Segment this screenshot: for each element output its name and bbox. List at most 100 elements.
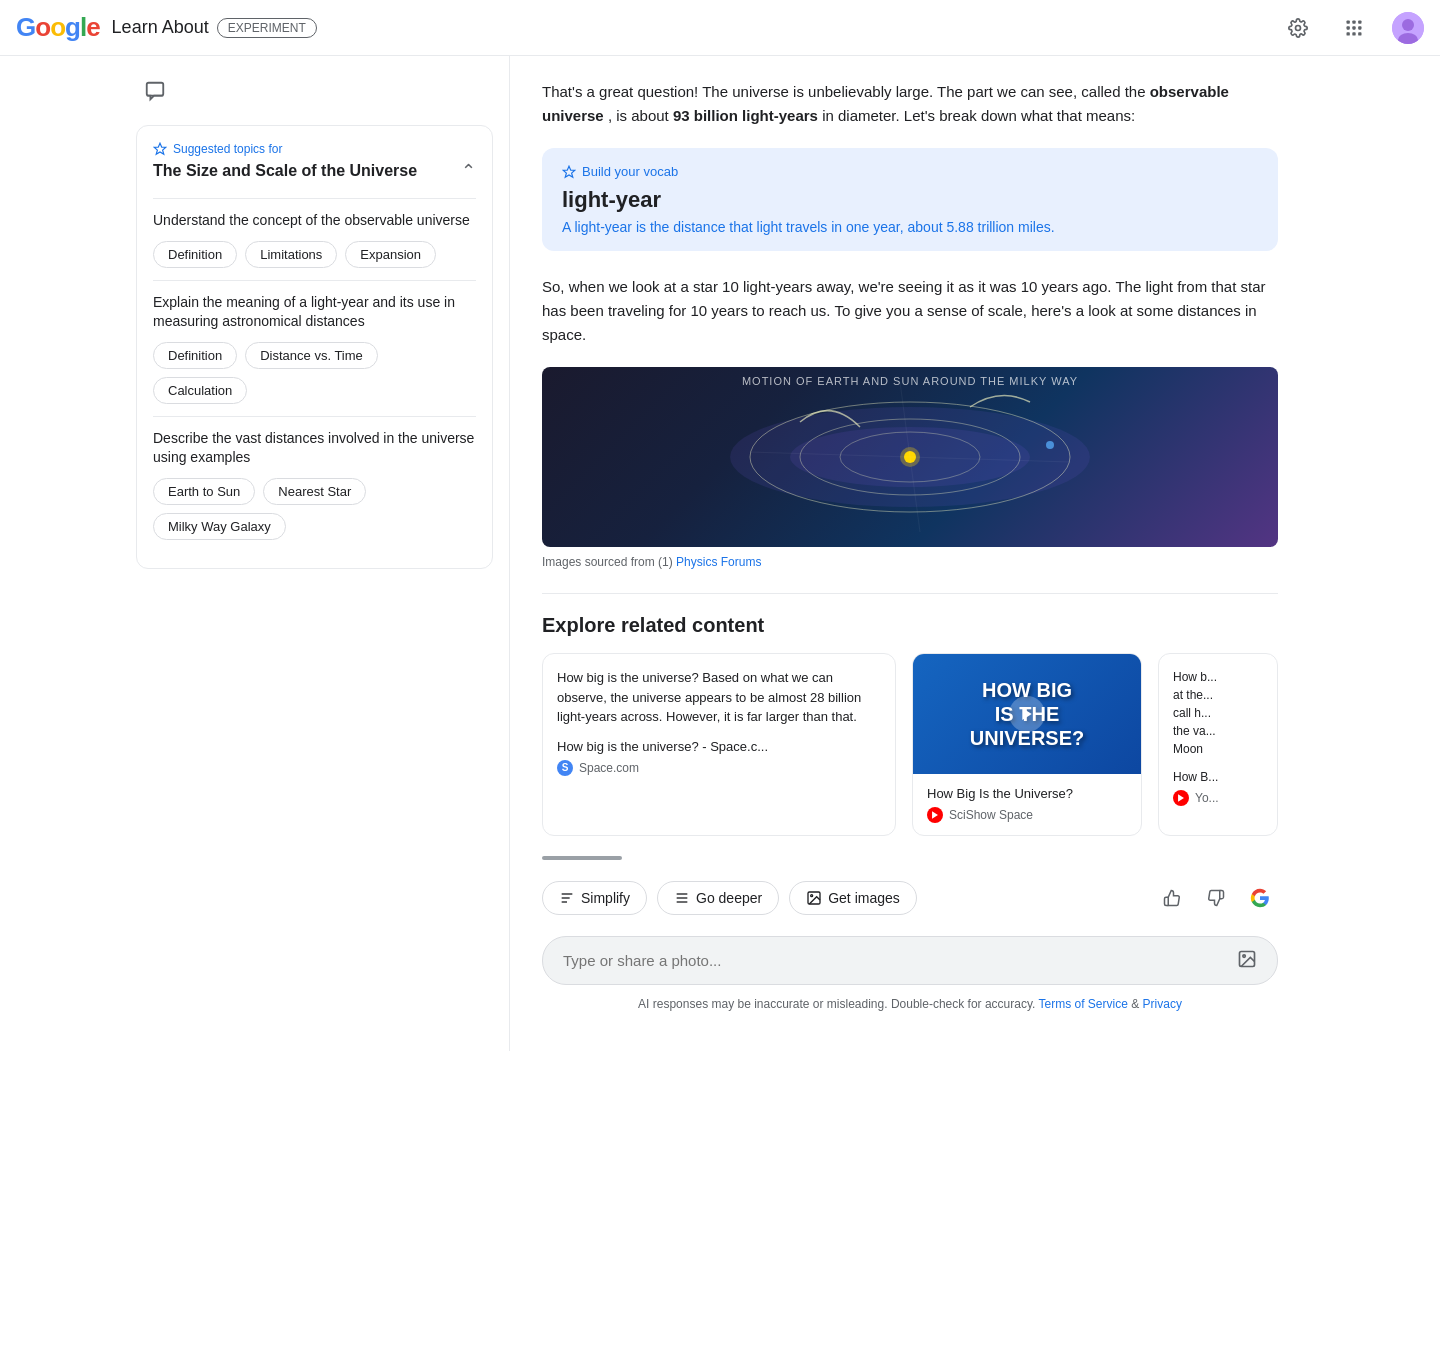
svg-rect-6 <box>1358 26 1361 29</box>
svg-marker-14 <box>154 143 166 154</box>
svg-rect-8 <box>1352 32 1355 35</box>
google-logo: Google <box>16 12 100 43</box>
svg-rect-13 <box>147 83 164 96</box>
tag-nearest-star[interactable]: Nearest Star <box>263 478 366 505</box>
go-deeper-button[interactable]: Go deeper <box>657 881 779 915</box>
chat-icon <box>144 80 166 102</box>
bottom-actions: Simplify Go deeper Get images <box>542 880 1278 916</box>
scroll-indicator <box>542 856 1278 860</box>
topic-2-tags: Definition Distance vs. Time Calculation <box>153 342 476 404</box>
get-images-button[interactable]: Get images <box>789 881 917 915</box>
svg-point-0 <box>1296 25 1301 30</box>
related-scroll[interactable]: How big is the universe? Based on what w… <box>542 653 1278 848</box>
tag-definition-2[interactable]: Definition <box>153 342 237 369</box>
tag-expansion[interactable]: Expansion <box>345 241 436 268</box>
header-title: Learn About <box>112 17 209 38</box>
content-paragraph: So, when we look at a star 10 light-year… <box>542 275 1278 347</box>
search-image-button[interactable] <box>1237 949 1257 972</box>
topic-3-tags: Earth to Sun Nearest Star Milky Way Gala… <box>153 478 476 540</box>
search-box <box>542 936 1278 985</box>
related-card-3-title: How B... <box>1173 770 1263 784</box>
settings-button[interactable] <box>1280 10 1316 46</box>
svg-rect-3 <box>1358 20 1361 23</box>
main-layout: Suggested topics for The Size and Scale … <box>120 56 1320 1051</box>
svg-marker-28 <box>1178 794 1184 802</box>
avatar[interactable] <box>1392 12 1424 44</box>
svg-rect-9 <box>1358 32 1361 35</box>
grid-icon <box>1344 18 1364 38</box>
topic-section-2: Explain the meaning of a light-year and … <box>153 280 476 416</box>
terms-link[interactable]: Terms of Service <box>1039 997 1128 1011</box>
svg-marker-27 <box>932 811 938 819</box>
physics-forums-link[interactable]: Physics Forums <box>676 555 761 569</box>
vocab-definition: A light-year is the distance that light … <box>562 219 1258 235</box>
thumbs-up-button[interactable] <box>1154 880 1190 916</box>
thumbs-down-button[interactable] <box>1198 880 1234 916</box>
related-card-3-text: How b...at the...call h...the va...Moon <box>1173 668 1263 758</box>
tag-earth-to-sun[interactable]: Earth to Sun <box>153 478 255 505</box>
svg-marker-26 <box>1022 708 1031 720</box>
related-card-1[interactable]: How big is the universe? Based on what w… <box>542 653 896 836</box>
youtube-logo-2 <box>927 807 943 823</box>
suggested-label: Suggested topics for <box>153 142 476 156</box>
topic-title-2: Explain the meaning of a light-year and … <box>153 293 476 332</box>
tag-limitations[interactable]: Limitations <box>245 241 337 268</box>
topic-section-3: Describe the vast distances involved in … <box>153 416 476 552</box>
intro-paragraph: That's a great question! The universe is… <box>542 80 1278 128</box>
related-card-3-source: Yo... <box>1173 790 1263 806</box>
space-com-logo: S <box>557 760 573 776</box>
explore-title: Explore related content <box>542 614 1278 637</box>
image-caption: Images sourced from (1) Physics Forums <box>542 555 1278 569</box>
related-card-1-source: S Space.com <box>557 760 881 776</box>
video-thumbnail: HOW BIGIS THEUNIVERSE? <box>913 654 1141 774</box>
sparkle-icon <box>153 142 167 156</box>
apps-button[interactable] <box>1336 10 1372 46</box>
google-g-icon <box>1250 888 1270 908</box>
feedback-buttons <box>1154 880 1278 916</box>
vocab-card: Build your vocab light-year A light-year… <box>542 148 1278 251</box>
header-icons <box>1280 10 1424 46</box>
simplify-icon <box>559 890 575 906</box>
tag-milky-way-galaxy[interactable]: Milky Way Galaxy <box>153 513 286 540</box>
svg-point-23 <box>1046 441 1054 449</box>
search-input[interactable] <box>563 952 1237 969</box>
svg-rect-7 <box>1347 32 1350 35</box>
svg-marker-15 <box>563 166 575 177</box>
collapse-button[interactable]: ⌃ <box>461 160 476 182</box>
google-g-button[interactable] <box>1242 880 1278 916</box>
related-card-2-title: How Big Is the Universe? <box>927 786 1127 801</box>
vocab-term: light-year <box>562 187 1258 213</box>
space-image: MOTION OF EARTH AND SUN AROUND THE MILKY… <box>542 367 1278 547</box>
suggested-topics-card: Suggested topics for The Size and Scale … <box>136 125 493 569</box>
suggested-topics-title: The Size and Scale of the Universe ⌃ <box>153 160 476 182</box>
topic-1-tags: Definition Limitations Expansion <box>153 241 476 268</box>
content-area: That's a great question! The universe is… <box>510 56 1310 1051</box>
tag-calculation[interactable]: Calculation <box>153 377 247 404</box>
header: Google Learn About EXPERIMENT <box>0 0 1440 56</box>
svg-point-38 <box>1243 955 1246 958</box>
topic-title-3: Describe the vast distances involved in … <box>153 429 476 468</box>
sidebar: Suggested topics for The Size and Scale … <box>120 56 510 1051</box>
chat-sidebar-button[interactable] <box>136 72 174 113</box>
experiment-badge: EXPERIMENT <box>217 18 317 38</box>
related-card-3[interactable]: How b...at the...call h...the va...Moon … <box>1158 653 1278 836</box>
related-card-2[interactable]: HOW BIGIS THEUNIVERSE? How Big Is the Un… <box>912 653 1142 836</box>
svg-point-36 <box>811 895 813 897</box>
tag-distance-vs-time[interactable]: Distance vs. Time <box>245 342 378 369</box>
explore-section: Explore related content How big is the u… <box>542 614 1278 860</box>
topic-section-1: Understand the concept of the observable… <box>153 198 476 280</box>
tag-definition-1[interactable]: Definition <box>153 241 237 268</box>
scroll-bar <box>542 856 622 860</box>
related-card-1-text: How big is the universe? Based on what w… <box>557 668 881 727</box>
book-icon <box>562 165 576 179</box>
thumbs-down-icon <box>1207 889 1225 907</box>
topic-title-1: Understand the concept of the observable… <box>153 211 476 231</box>
privacy-link[interactable]: Privacy <box>1143 997 1182 1011</box>
divider <box>542 593 1278 594</box>
gear-icon <box>1288 18 1308 38</box>
image-icon <box>806 890 822 906</box>
simplify-button[interactable]: Simplify <box>542 881 647 915</box>
vocab-label: Build your vocab <box>562 164 1258 179</box>
thumbs-up-icon <box>1163 889 1181 907</box>
play-icon <box>1009 696 1045 732</box>
